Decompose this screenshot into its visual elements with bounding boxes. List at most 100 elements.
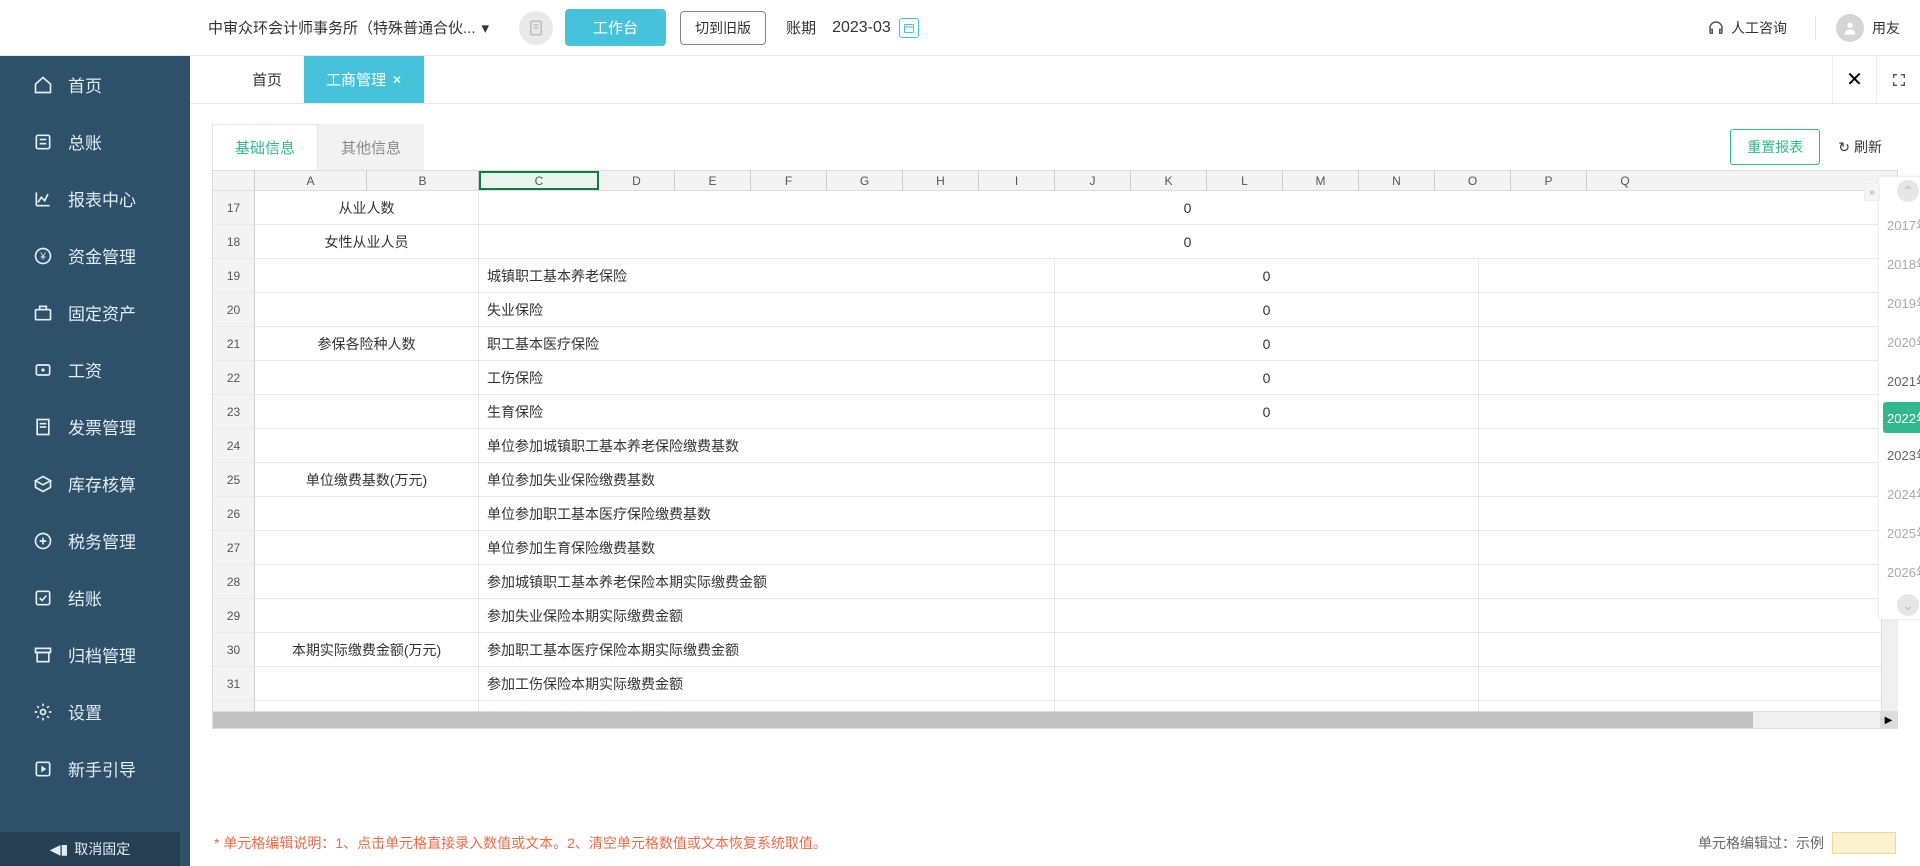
cell[interactable] <box>1055 497 1479 530</box>
cell[interactable] <box>255 531 479 564</box>
workbench-button[interactable]: 工作台 <box>565 9 666 46</box>
col-header[interactable]: P <box>1511 171 1587 190</box>
sidebar-item-salary[interactable]: 工资 <box>0 341 190 398</box>
cell[interactable]: 城镇职工基本养老保险 <box>479 259 1055 292</box>
select-all-corner[interactable] <box>213 171 255 190</box>
row-header[interactable]: 27 <box>213 531 255 564</box>
cell[interactable]: 0 <box>1055 361 1479 394</box>
sidebar-item-archive[interactable]: 归档管理 <box>0 626 190 683</box>
cell[interactable] <box>1055 599 1479 632</box>
consult-button[interactable]: 人工咨询 <box>1707 18 1787 38</box>
row-header[interactable]: 29 <box>213 599 255 632</box>
cell[interactable]: 职工基本医疗保险 <box>479 327 1055 360</box>
col-header[interactable]: D <box>599 171 675 190</box>
col-header[interactable]: E <box>675 171 751 190</box>
reset-report-button[interactable]: 重置报表 <box>1730 129 1820 165</box>
spreadsheet[interactable]: A B C D E F G H I J K L M N O P Q 17从业人数… <box>212 170 1898 729</box>
year-option[interactable]: 2025年 <box>1879 513 1920 552</box>
col-header[interactable]: M <box>1283 171 1359 190</box>
cell[interactable] <box>1055 531 1479 564</box>
tab-home[interactable]: 首页 <box>230 56 304 103</box>
cell[interactable]: 单位参加城镇职工基本养老保险缴费基数 <box>479 429 1055 462</box>
cell[interactable]: 单位参加生育保险缴费基数 <box>479 531 1055 564</box>
row-header[interactable]: 22 <box>213 361 255 394</box>
cell[interactable] <box>255 497 479 530</box>
cell[interactable] <box>1055 463 1479 496</box>
cell[interactable]: 失业保险 <box>479 293 1055 326</box>
row-header[interactable]: 18 <box>213 225 255 258</box>
unpin-button[interactable]: ◀▮ 取消固定 <box>0 832 180 866</box>
cell[interactable]: 0 <box>1055 293 1479 326</box>
user-menu[interactable]: 用友 <box>1836 14 1900 42</box>
cell[interactable]: 单位缴费基数(万元) <box>255 463 479 496</box>
cell[interactable]: 参保各险种人数 <box>255 327 479 360</box>
cell[interactable]: 参加城镇职工基本养老保险本期实际缴费金额 <box>479 565 1055 598</box>
collapse-year-panel-icon[interactable]: » <box>1864 183 1880 201</box>
cell[interactable]: 女性从业人员 <box>255 225 479 258</box>
cell[interactable]: 0 <box>1055 259 1479 292</box>
row-header[interactable]: 32 <box>213 701 255 711</box>
fullscreen-button[interactable] <box>1876 56 1920 103</box>
row-header[interactable]: 23 <box>213 395 255 428</box>
row-header[interactable]: 30 <box>213 633 255 666</box>
cell[interactable]: 参加生育保险本期实际缴费金额 <box>479 701 1055 711</box>
row-header[interactable]: 24 <box>213 429 255 462</box>
cell[interactable] <box>255 361 479 394</box>
scroll-right-icon[interactable]: ▶ <box>1880 712 1897 729</box>
cell[interactable]: 参加职工基本医疗保险本期实际缴费金额 <box>479 633 1055 666</box>
sidebar-item-asset[interactable]: 固定资产 <box>0 284 190 341</box>
col-header[interactable]: N <box>1359 171 1435 190</box>
cell[interactable] <box>255 293 479 326</box>
org-selector[interactable]: 中审众环会计师事务所（特殊普通合伙... ▾ <box>190 17 507 38</box>
sidebar-item-settings[interactable]: 设置 <box>0 683 190 740</box>
cell[interactable]: 从业人数 <box>255 191 479 224</box>
cell[interactable]: 本期实际缴费金额(万元) <box>255 633 479 666</box>
col-header[interactable]: A <box>255 171 367 190</box>
sidebar-item-invoice[interactable]: 发票管理 <box>0 398 190 455</box>
row-header[interactable]: 21 <box>213 327 255 360</box>
year-option[interactable]: 2018年 <box>1879 244 1920 283</box>
sidebar-item-money[interactable]: ¥资金管理 <box>0 227 190 284</box>
cell[interactable]: 单位参加职工基本医疗保险缴费基数 <box>479 497 1055 530</box>
cell[interactable]: 0 <box>1055 395 1479 428</box>
cell[interactable] <box>1055 429 1479 462</box>
col-header[interactable]: O <box>1435 171 1511 190</box>
cell[interactable]: 0 <box>479 191 1897 224</box>
cell[interactable]: 生育保险 <box>479 395 1055 428</box>
col-header[interactable]: Q <box>1587 171 1663 190</box>
sidebar-item-close-acc[interactable]: 结账 <box>0 569 190 626</box>
cell[interactable] <box>255 395 479 428</box>
cell[interactable]: 0 <box>479 225 1897 258</box>
old-version-button[interactable]: 切到旧版 <box>680 11 766 45</box>
sidebar-item-ledger[interactable]: 总账 <box>0 113 190 170</box>
cell[interactable] <box>1055 667 1479 700</box>
calendar-icon[interactable] <box>899 18 919 38</box>
row-header[interactable]: 31 <box>213 667 255 700</box>
tab-business-mgmt[interactable]: 工商管理 ✕ <box>304 56 424 103</box>
cell[interactable]: 工伤保险 <box>479 361 1055 394</box>
row-header[interactable]: 28 <box>213 565 255 598</box>
year-option[interactable]: 2023年 <box>1879 435 1920 474</box>
sidebar-item-stock[interactable]: 库存核算 <box>0 455 190 512</box>
col-header[interactable]: L <box>1207 171 1283 190</box>
sidebar-item-guide[interactable]: 新手引导 <box>0 740 190 797</box>
close-all-tabs-button[interactable]: ✕ <box>1832 56 1876 103</box>
subtab-other[interactable]: 其他信息 <box>318 124 424 170</box>
cell[interactable]: 单位参加失业保险缴费基数 <box>479 463 1055 496</box>
year-next-button[interactable]: ⌄ <box>1879 591 1920 619</box>
row-header[interactable]: 19 <box>213 259 255 292</box>
year-prev-button[interactable]: ⌃ <box>1879 177 1920 205</box>
cell[interactable] <box>1055 633 1479 666</box>
year-option[interactable]: 2019年 <box>1879 283 1920 322</box>
row-header[interactable]: 26 <box>213 497 255 530</box>
period-value[interactable]: 2023-03 <box>832 19 891 37</box>
col-header[interactable]: G <box>827 171 903 190</box>
cell[interactable] <box>255 599 479 632</box>
cell[interactable] <box>255 565 479 598</box>
row-header[interactable]: 25 <box>213 463 255 496</box>
refresh-button[interactable]: ↻ 刷新 <box>1838 137 1882 157</box>
year-option[interactable]: 2020年 <box>1879 322 1920 361</box>
year-option[interactable]: 2017年 <box>1879 205 1920 244</box>
year-option[interactable]: 2024年 <box>1879 474 1920 513</box>
sheet-body[interactable]: 17从业人数0 18女性从业人员0 19城镇职工基本养老保险0 20失业保险0 … <box>213 191 1897 711</box>
